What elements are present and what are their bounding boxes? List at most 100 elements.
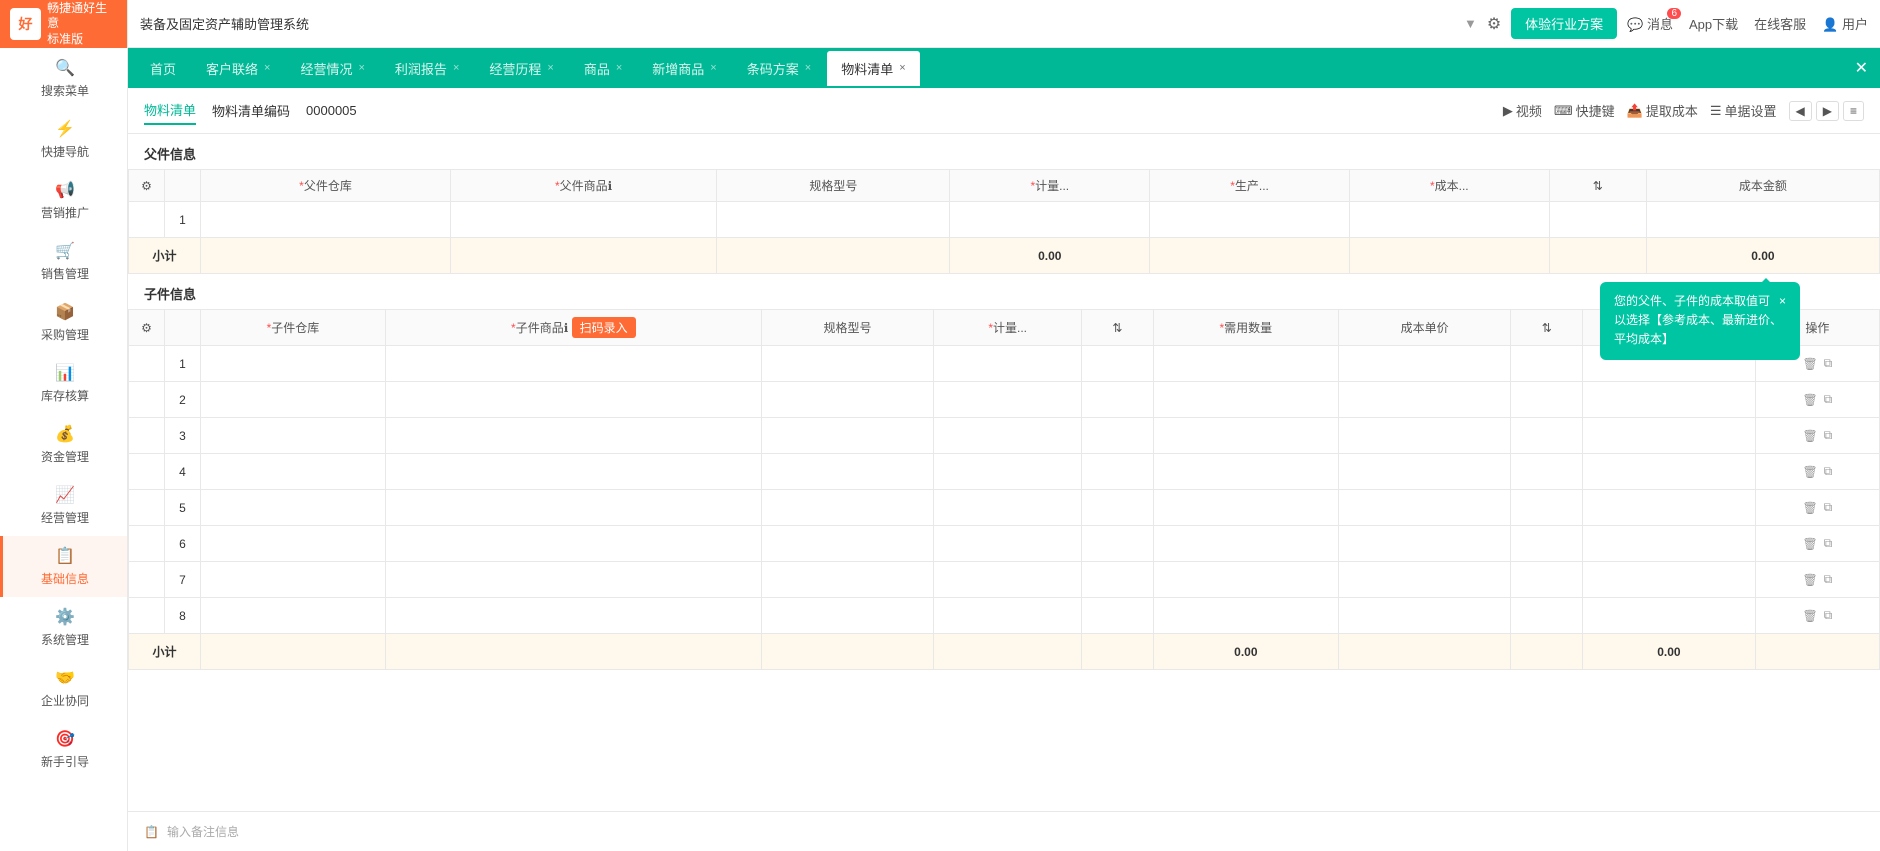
sidebar-item-guide[interactable]: 🎯 新手引导 [0, 719, 127, 780]
sidebar-item-purchase[interactable]: 📦 采购管理 [0, 292, 127, 353]
sidebar-item-operation[interactable]: 📈 经营管理 [0, 475, 127, 536]
child-row-8-warehouse[interactable] [201, 598, 386, 634]
video-btn[interactable]: ▶ 视频 [1503, 101, 1542, 120]
child-col-gear[interactable]: ⚙ [129, 310, 165, 346]
child-row-4-qty-unit[interactable] [934, 454, 1082, 490]
app-download-btn[interactable]: App下载 [1689, 14, 1738, 33]
user-btn[interactable]: 👤 用户 [1822, 14, 1868, 33]
message-btn[interactable]: 💬 6 消息 [1627, 14, 1673, 33]
child-row-7-spec[interactable] [761, 562, 934, 598]
online-service-btn[interactable]: 在线客服 [1754, 14, 1806, 33]
prev-btn[interactable]: ◀ [1789, 101, 1812, 121]
nav-tab-profit[interactable]: 利润报告 × [381, 51, 473, 86]
tab-close-history[interactable]: × [547, 62, 553, 74]
close-all-tabs-btn[interactable]: ✕ [1851, 54, 1872, 82]
copy-icon-1[interactable]: ⧉ [1824, 356, 1833, 371]
child-row-6-need-qty[interactable] [1153, 526, 1338, 562]
child-row-4-need-qty[interactable] [1153, 454, 1338, 490]
child-row-2-warehouse[interactable] [201, 382, 386, 418]
nav-tab-history[interactable]: 经营历程 × [475, 51, 567, 86]
child-row-3-spec[interactable] [761, 418, 934, 454]
delete-icon-3[interactable]: 🗑 [1802, 429, 1817, 443]
scan-input-btn[interactable]: 扫码录入 [572, 317, 636, 338]
list-view-btn[interactable]: ≡ [1843, 101, 1864, 121]
sub-tab-bom-code[interactable]: 物料清单编码 [212, 97, 290, 124]
tab-close-goods[interactable]: × [616, 62, 622, 74]
child-row-3-qty-unit[interactable] [934, 418, 1082, 454]
delete-icon-8[interactable]: 🗑 [1802, 609, 1817, 623]
child-row-8-qty-unit[interactable] [934, 598, 1082, 634]
child-row-1-qty-unit[interactable] [934, 346, 1082, 382]
nav-tab-home[interactable]: 首页 [136, 51, 190, 86]
child-row-5-unit-cost[interactable] [1338, 490, 1511, 526]
child-row-4-warehouse[interactable] [201, 454, 386, 490]
child-row-4-spec[interactable] [761, 454, 934, 490]
child-row-7-warehouse[interactable] [201, 562, 386, 598]
extract-cost-btn[interactable]: 📤 提取成本 [1627, 101, 1698, 120]
tab-close-customer[interactable]: × [264, 62, 270, 74]
delete-icon-5[interactable]: 🗑 [1802, 501, 1817, 515]
child-row-6-unit-cost[interactable] [1338, 526, 1511, 562]
single-settings-btn[interactable]: ☰ 单据设置 [1710, 101, 1777, 120]
sidebar-item-basic-info[interactable]: 📋 基础信息 [0, 536, 127, 597]
copy-icon-4[interactable]: ⧉ [1824, 464, 1833, 479]
child-row-2-qty-unit[interactable] [934, 382, 1082, 418]
child-row-5-need-qty[interactable] [1153, 490, 1338, 526]
child-row-7-qty-unit[interactable] [934, 562, 1082, 598]
parent-row-1-warehouse[interactable] [201, 202, 451, 238]
copy-icon-5[interactable]: ⧉ [1824, 500, 1833, 515]
sub-tab-bom[interactable]: 物料清单 [144, 96, 196, 125]
tooltip-close-btn[interactable]: × [1779, 292, 1786, 311]
sidebar-item-marketing[interactable]: 📢 营销推广 [0, 170, 127, 231]
nav-tab-customer[interactable]: 客户联络 × [192, 51, 284, 86]
child-row-2-need-qty[interactable] [1153, 382, 1338, 418]
copy-icon-2[interactable]: ⧉ [1824, 392, 1833, 407]
tab-close-profit[interactable]: × [453, 62, 459, 74]
child-row-6-warehouse[interactable] [201, 526, 386, 562]
copy-icon-3[interactable]: ⧉ [1824, 428, 1833, 443]
child-row-5-warehouse[interactable] [201, 490, 386, 526]
delete-icon-1[interactable]: 🗑 [1802, 357, 1817, 371]
dropdown-arrow-icon[interactable]: ▼ [1464, 16, 1477, 31]
child-row-5-qty-unit[interactable] [934, 490, 1082, 526]
child-row-1-goods[interactable] [385, 346, 761, 382]
parent-row-1-production[interactable] [1150, 202, 1350, 238]
parent-row-1-goods[interactable] [450, 202, 716, 238]
child-row-4-goods[interactable] [385, 454, 761, 490]
delete-icon-6[interactable]: 🗑 [1802, 537, 1817, 551]
child-row-7-need-qty[interactable] [1153, 562, 1338, 598]
tab-close-business[interactable]: × [358, 62, 364, 74]
delete-icon-2[interactable]: 🗑 [1802, 393, 1817, 407]
child-row-6-qty-unit[interactable] [934, 526, 1082, 562]
trial-btn[interactable]: 体验行业方案 [1511, 8, 1617, 39]
child-row-8-spec[interactable] [761, 598, 934, 634]
tab-close-barcode[interactable]: × [805, 62, 811, 74]
child-row-3-goods[interactable] [385, 418, 761, 454]
child-row-1-warehouse[interactable] [201, 346, 386, 382]
gear-icon[interactable]: ⚙ [1487, 14, 1501, 34]
sidebar-item-sales[interactable]: 🛒 销售管理 [0, 231, 127, 292]
tab-close-new-goods[interactable]: × [710, 62, 716, 74]
delete-icon-4[interactable]: 🗑 [1802, 465, 1817, 479]
child-row-2-unit-cost[interactable] [1338, 382, 1511, 418]
child-row-3-warehouse[interactable] [201, 418, 386, 454]
copy-icon-7[interactable]: ⧉ [1824, 572, 1833, 587]
child-row-1-need-qty[interactable] [1153, 346, 1338, 382]
copy-icon-8[interactable]: ⧉ [1824, 608, 1833, 623]
sidebar-item-search[interactable]: 🔍 搜索菜单 [0, 48, 127, 109]
child-row-8-unit-cost[interactable] [1338, 598, 1511, 634]
tab-close-bom[interactable]: × [899, 62, 905, 74]
child-row-1-spec[interactable] [761, 346, 934, 382]
sidebar-item-inventory[interactable]: 📊 库存核算 [0, 353, 127, 414]
child-row-4-unit-cost[interactable] [1338, 454, 1511, 490]
shortcut-btn[interactable]: ⌨ 快捷键 [1554, 101, 1615, 120]
parent-row-1-spec[interactable] [717, 202, 950, 238]
sidebar-item-finance[interactable]: 💰 资金管理 [0, 414, 127, 475]
child-row-7-unit-cost[interactable] [1338, 562, 1511, 598]
sidebar-item-system[interactable]: ⚙️ 系统管理 [0, 597, 127, 658]
copy-icon-6[interactable]: ⧉ [1824, 536, 1833, 551]
parent-row-1-cost[interactable] [1349, 202, 1549, 238]
next-btn[interactable]: ▶ [1816, 101, 1839, 121]
nav-tab-goods[interactable]: 商品 × [570, 51, 636, 86]
sidebar-item-cooperation[interactable]: 🤝 企业协同 [0, 658, 127, 719]
